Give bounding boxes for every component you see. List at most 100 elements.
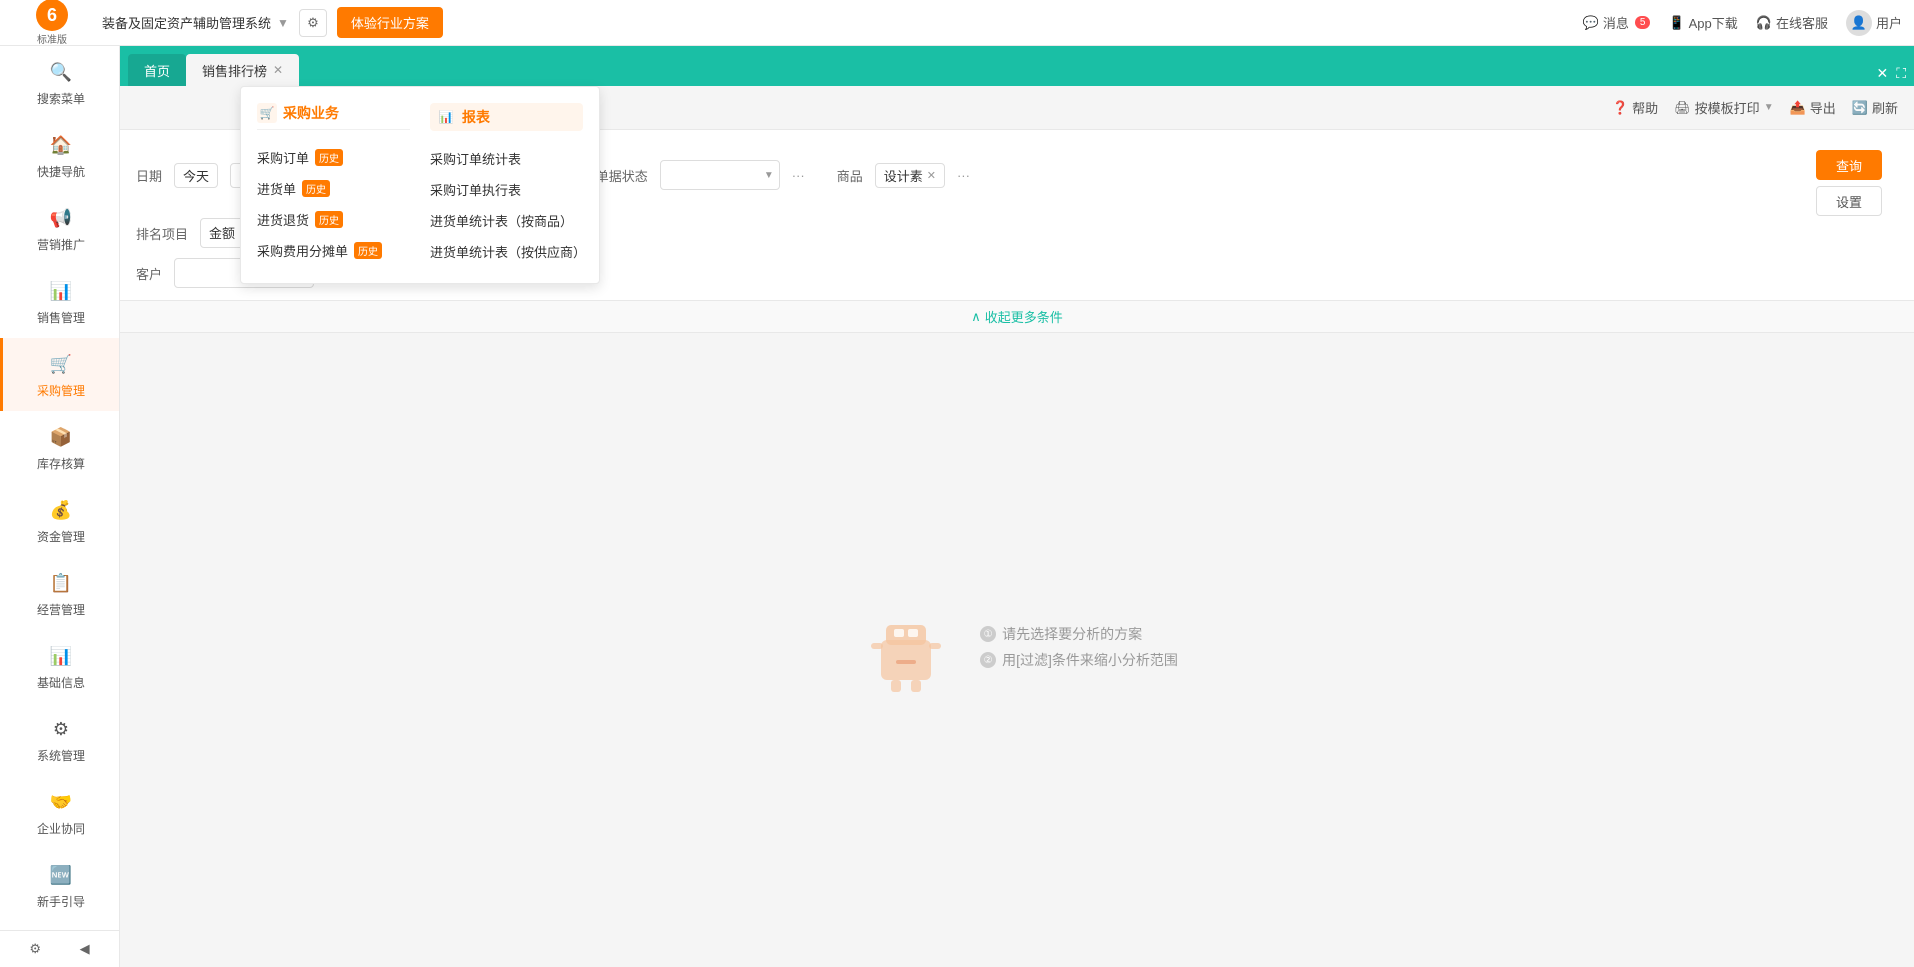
doc-status-dots[interactable]: ··· — [792, 168, 805, 183]
tab-sales-ranking[interactable]: 销售排行榜 ✕ — [186, 54, 299, 86]
message-btn[interactable]: 💬 消息 5 — [1583, 13, 1651, 32]
dropdown-item-expense[interactable]: 采购费用分摊单 历史 — [257, 235, 410, 266]
purchase-order-hist-badge: 历史 — [315, 149, 343, 166]
report-col: 📊 报表 采购订单统计表 采购订单执行表 进货单统计表（按商品） 进货单统计表（… — [430, 103, 583, 267]
query-panel: 查询 设置 — [1816, 150, 1882, 216]
message-icon: 💬 — [1583, 15, 1599, 31]
sidebar-label-operation: 经营管理 — [37, 601, 85, 618]
doc-status-select-wrap: ▼ — [660, 160, 780, 190]
dropdown-item-order-exec[interactable]: 采购订单执行表 — [430, 174, 583, 205]
doc-status-select[interactable] — [660, 160, 780, 190]
doc-status-label: 单据状态 — [596, 166, 648, 185]
sidebar-item-fund[interactable]: 💰 资金管理 — [0, 484, 119, 557]
collapse-up-icon: ∧ — [971, 309, 981, 325]
dropdown-item-delivery-stats-goods[interactable]: 进货单统计表（按商品） — [430, 205, 583, 236]
user-label: 用户 — [1876, 13, 1902, 32]
collapse-row: ∧ 收起更多条件 — [120, 301, 1914, 333]
settings-icon[interactable]: ⚙ — [299, 9, 327, 37]
dropdown-item-return[interactable]: 进货退货 历史 — [257, 204, 410, 235]
sidebar-label-fund: 资金管理 — [37, 528, 85, 545]
order-stats-label: 采购订单统计表 — [430, 149, 521, 168]
user-btn[interactable]: 👤 用户 — [1846, 10, 1902, 36]
top-bar: 6 标准版 装备及固定资产辅助管理系统 ▼ ⚙ 体验行业方案 💬 消息 5 📱 … — [0, 0, 1914, 46]
dropdown-item-delivery-stats-supplier[interactable]: 进货单统计表（按供应商） — [430, 236, 583, 267]
app-download-btn[interactable]: 📱 App下载 — [1668, 13, 1737, 32]
hint-circle-1: ① — [980, 626, 996, 642]
delivery-label: 进货单 — [257, 179, 296, 198]
collapse-label: 收起更多条件 — [985, 307, 1063, 326]
sidebar-label-basic-info: 基础信息 — [37, 674, 85, 691]
print-label: 按模板打印 — [1695, 98, 1760, 117]
sidebar-label-system: 系统管理 — [37, 747, 85, 764]
help-label: 帮助 — [1632, 98, 1658, 117]
app-download-label: App下载 — [1689, 13, 1738, 32]
tab-bar-right: ✕ ⛶ — [1876, 65, 1906, 86]
sidebar-settings-icon[interactable]: ⚙ — [29, 941, 41, 957]
query-btn[interactable]: 查询 — [1816, 150, 1882, 180]
collapse-btn[interactable]: ∧ 收起更多条件 — [971, 307, 1063, 326]
marketing-icon: 📢 — [47, 204, 75, 232]
date-preset-today[interactable]: 今天 — [174, 163, 218, 188]
help-icon: ❓ — [1612, 100, 1628, 116]
guide-icon: 🆕 — [47, 861, 75, 889]
dropdown-item-order-stats[interactable]: 采购订单统计表 — [430, 143, 583, 174]
sidebar-item-purchase[interactable]: 🛒 采购管理 — [0, 338, 119, 411]
online-service-btn[interactable]: 🎧 在线客服 — [1756, 13, 1828, 32]
sidebar-label-marketing: 营销推广 — [37, 236, 85, 253]
goods-dots[interactable]: ··· — [957, 168, 970, 183]
sidebar-label-enterprise: 企业协同 — [37, 820, 85, 837]
sidebar-item-search[interactable]: 🔍 搜索菜单 — [0, 46, 119, 119]
return-hist-badge: 历史 — [315, 211, 343, 228]
sidebar-item-operation[interactable]: 📋 经营管理 — [0, 557, 119, 630]
hint-circle-2: ② — [980, 652, 996, 668]
print-dropdown-icon: ▼ — [1764, 102, 1774, 113]
goods-tag-remove-btn[interactable]: ✕ — [927, 169, 936, 182]
dropdown-item-purchase-order[interactable]: 采购订单 历史 — [257, 142, 410, 173]
sidebar-label-search: 搜索菜单 — [37, 90, 85, 107]
logo-icon: 6 — [36, 0, 68, 31]
export-icon: 📤 — [1790, 100, 1806, 116]
sidebar-item-inventory[interactable]: 📦 库存核算 — [0, 411, 119, 484]
sidebar-label-guide: 新手引导 — [37, 893, 85, 910]
inventory-icon: 📦 — [47, 423, 75, 451]
refresh-icon: 🔄 — [1852, 100, 1868, 116]
purchase-icon: 🛒 — [47, 350, 75, 378]
tab-bar: 首页 销售排行榜 ✕ ✕ ⛶ — [120, 46, 1914, 86]
online-service-label: 在线客服 — [1776, 13, 1828, 32]
purchase-col-title: 🛒 采购业务 — [257, 103, 410, 130]
set-btn[interactable]: 设置 — [1816, 186, 1882, 216]
sidebar-item-guide[interactable]: 🆕 新手引导 — [0, 849, 119, 922]
phone-icon: 📱 — [1668, 15, 1684, 31]
basic-info-icon: 📊 — [47, 642, 75, 670]
tab-home-label: 首页 — [144, 61, 170, 80]
enterprise-icon: 🤝 — [47, 788, 75, 816]
fund-icon: 💰 — [47, 496, 75, 524]
tab-expand-icon[interactable]: ⛶ — [1896, 65, 1906, 82]
sidebar-item-quick-nav[interactable]: 🏠 快捷导航 — [0, 119, 119, 192]
report-title-icon: 📊 — [436, 107, 456, 127]
refresh-btn[interactable]: 🔄 刷新 — [1852, 98, 1898, 117]
customer-label: 客户 — [136, 264, 162, 283]
empty-hint-1: ① 请先选择要分析的方案 — [980, 624, 1178, 644]
empty-text: ① 请先选择要分析的方案 ② 用[过滤]条件来缩小分析范围 — [980, 624, 1178, 676]
sidebar-collapse-icon[interactable]: ◀ — [80, 941, 90, 957]
headset-icon: 🎧 — [1756, 15, 1772, 31]
content-area: 首页 销售排行榜 ✕ ✕ ⛶ ❓ 帮助 🖨 按模板打印 ▼ 📤 — [120, 46, 1914, 967]
report-title-text: 报表 — [462, 107, 490, 127]
sidebar-item-sales[interactable]: 📊 销售管理 — [0, 265, 119, 338]
sidebar-item-system[interactable]: ⚙ 系统管理 — [0, 703, 119, 776]
sidebar-item-enterprise[interactable]: 🤝 企业协同 — [0, 776, 119, 849]
tab-close-all-icon[interactable]: ✕ — [1876, 65, 1888, 82]
dropdown-item-delivery[interactable]: 进货单 历史 — [257, 173, 410, 204]
industry-btn[interactable]: 体验行业方案 — [337, 7, 443, 38]
tab-close-icon[interactable]: ✕ — [273, 63, 283, 77]
sidebar-item-basic-info[interactable]: 📊 基础信息 — [0, 630, 119, 703]
sidebar-label-sales: 销售管理 — [37, 309, 85, 326]
tab-home[interactable]: 首页 — [128, 54, 186, 86]
help-btn[interactable]: ❓ 帮助 — [1612, 98, 1658, 117]
operation-icon: 📋 — [47, 569, 75, 597]
export-btn[interactable]: 📤 导出 — [1790, 98, 1836, 117]
print-btn[interactable]: 🖨 按模板打印 ▼ — [1674, 98, 1773, 117]
message-label: 消息 — [1603, 13, 1629, 32]
sidebar-item-marketing[interactable]: 📢 营销推广 — [0, 192, 119, 265]
